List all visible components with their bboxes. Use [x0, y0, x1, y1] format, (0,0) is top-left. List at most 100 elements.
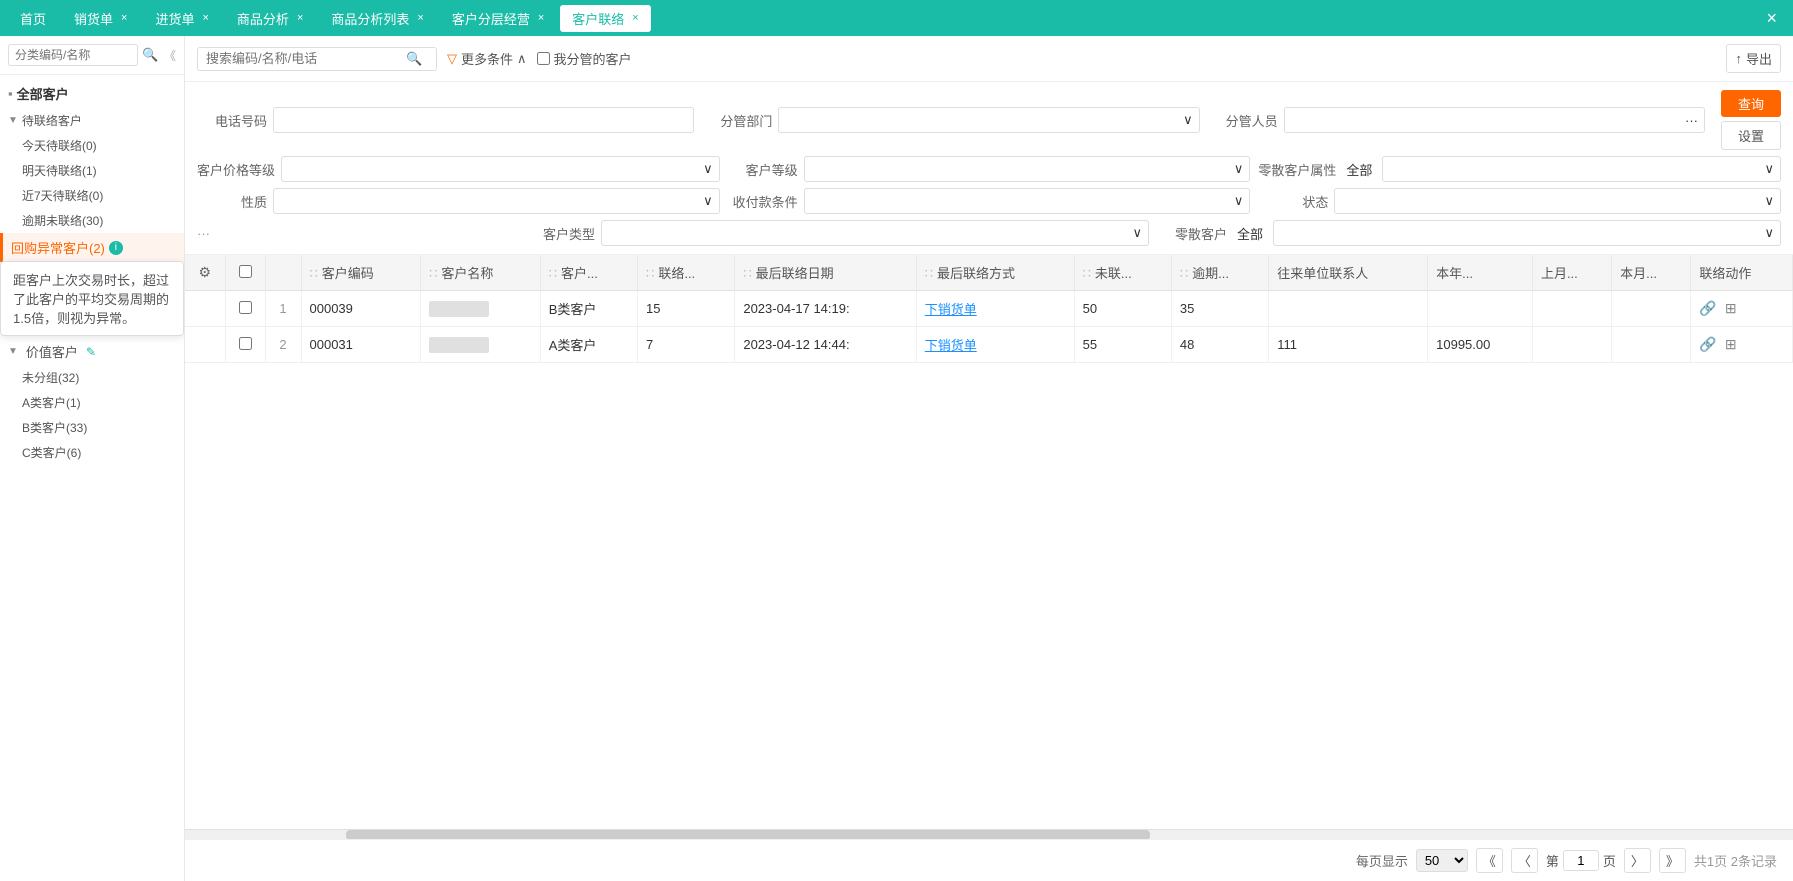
filter-price-grade: 客户价格等级 ∨: [197, 156, 720, 182]
filter-manager-select[interactable]: ···: [1284, 107, 1705, 133]
sidebar-group-value-customers[interactable]: ▼ 价值客户 ✎: [0, 338, 184, 365]
query-button[interactable]: 查询: [1721, 90, 1781, 117]
row1-method-link[interactable]: 下销货单: [925, 302, 977, 317]
sidebar-item-a-class[interactable]: A类客户(1): [0, 390, 184, 415]
edit-value-customers-icon[interactable]: ✎: [86, 345, 96, 359]
sidebar-collapse-btn[interactable]: 《: [164, 47, 176, 64]
search-magnifier-icon[interactable]: 🔍: [406, 51, 422, 67]
nav-product-analysis[interactable]: 商品分析 ×: [225, 5, 315, 32]
nav-product-analysis-list[interactable]: 商品分析列表 ×: [319, 5, 435, 32]
col-type-header[interactable]: ∷客户...: [540, 255, 637, 291]
row1-name[interactable]: [421, 291, 541, 327]
sidebar-item-tomorrow-pending[interactable]: 明天待联络(1): [0, 158, 184, 183]
row1-select-checkbox[interactable]: [239, 301, 252, 314]
info-icon-repurchase[interactable]: i: [109, 241, 123, 255]
sidebar-item-ungrouped[interactable]: 未分组(32): [0, 365, 184, 390]
prev-page-button[interactable]: 〈: [1511, 848, 1538, 873]
horizontal-scrollbar[interactable]: [185, 829, 1793, 839]
sidebar-search-input[interactable]: [8, 44, 138, 66]
sidebar-search-icon[interactable]: 🔍: [142, 47, 158, 63]
nav-close-sales-order[interactable]: ×: [121, 12, 127, 24]
nav-close-product-analysis-list[interactable]: ×: [417, 12, 423, 24]
row1-checkbox[interactable]: [225, 291, 265, 327]
col-last-contact-date-header[interactable]: ∷最后联络日期: [735, 255, 916, 291]
filter-retail-customer-label: 零散客户: [1157, 224, 1227, 243]
per-page-select[interactable]: 50 100 200: [1416, 849, 1468, 872]
col-contact-count-header[interactable]: ∷联络...: [638, 255, 735, 291]
row1-code[interactable]: 000039: [301, 291, 421, 327]
row2-name[interactable]: [421, 327, 541, 363]
filter-payment-select[interactable]: ∨: [804, 188, 1251, 214]
my-customers-checkbox[interactable]: [537, 52, 550, 65]
filter-retail-attr-select[interactable]: ∨: [1382, 156, 1781, 182]
filter-retail-attr-value: 全部: [1346, 160, 1372, 179]
filter-actions: 查询 设置: [1721, 90, 1781, 150]
row1-settings: [185, 291, 225, 327]
col-this-year-header[interactable]: 本年...: [1428, 255, 1533, 291]
nav-close-product-analysis[interactable]: ×: [297, 12, 303, 24]
filter-customer-type-select[interactable]: ∨: [601, 220, 1149, 246]
per-page-label: 每页显示: [1356, 851, 1408, 870]
col-last-contact-method-header[interactable]: ∷最后联络方式: [916, 255, 1074, 291]
nav-sales-order[interactable]: 销货单 ×: [62, 5, 139, 32]
col-this-month-header[interactable]: 本月...: [1612, 255, 1691, 291]
col-settings[interactable]: ⚙: [185, 255, 225, 291]
row1-last-contact-method[interactable]: 下销货单: [916, 291, 1074, 327]
col-name-header[interactable]: ∷客户名称: [421, 255, 541, 291]
row2-link-icon[interactable]: 🔗: [1699, 336, 1716, 353]
filter-dept-select[interactable]: ∨: [778, 107, 1199, 133]
page-number-input[interactable]: [1563, 850, 1599, 871]
sidebar-item-7days-pending[interactable]: 近7天待联络(0): [0, 183, 184, 208]
row2-method-link[interactable]: 下销货单: [925, 338, 977, 353]
top-navigation: 首页 销货单 × 进货单 × 商品分析 × 商品分析列表 × 客户分层经营 × …: [0, 0, 1793, 36]
filter-price-grade-label: 客户价格等级: [197, 160, 275, 179]
sidebar-item-b-class[interactable]: B类客户(33): [0, 415, 184, 440]
row2-select-checkbox[interactable]: [239, 337, 252, 350]
col-company-contacts-header[interactable]: 往来单位联系人: [1269, 255, 1428, 291]
row2-last-month: [1532, 327, 1611, 363]
sidebar-item-today-pending[interactable]: 今天待联络(0): [0, 133, 184, 158]
nav-purchase-order[interactable]: 进货单 ×: [143, 5, 220, 32]
col-last-month-header[interactable]: 上月...: [1532, 255, 1611, 291]
sidebar-item-overdue-contact[interactable]: 逾期未联络(30): [0, 208, 184, 233]
filter-retail-customer-value: 全部: [1237, 224, 1263, 243]
row2-grid-icon[interactable]: ⊞: [1725, 336, 1737, 353]
filter-retail-customer-select[interactable]: ∨: [1273, 220, 1781, 246]
nav-customer-contact[interactable]: 客户联络 ×: [560, 5, 650, 32]
nav-home[interactable]: 首页: [8, 5, 58, 32]
settings-button[interactable]: 设置: [1721, 121, 1781, 150]
export-button[interactable]: ↑ 导出: [1726, 44, 1781, 73]
nav-close-customer-tier[interactable]: ×: [538, 12, 544, 24]
sidebar-item-c-class[interactable]: C类客户(6): [0, 440, 184, 465]
next-page-button[interactable]: 〉: [1624, 848, 1651, 873]
filter-gender-select[interactable]: ∨: [273, 188, 720, 214]
row1-link-icon[interactable]: 🔗: [1699, 300, 1716, 317]
close-all-button[interactable]: ×: [1758, 8, 1785, 29]
sidebar-item-repurchase-abnormal[interactable]: 回购异常客户(2) i: [0, 233, 184, 262]
filter-status-select[interactable]: ∨: [1334, 188, 1781, 214]
sidebar-section-pending-contact[interactable]: ▼ 待联络客户: [0, 108, 184, 133]
col-code-header[interactable]: ∷客户编码: [301, 255, 421, 291]
row1-grid-icon[interactable]: ⊞: [1725, 300, 1737, 317]
row2-overdue: 48: [1171, 327, 1268, 363]
nav-close-purchase-order[interactable]: ×: [202, 12, 208, 24]
row2-last-contact-method[interactable]: 下销货单: [916, 327, 1074, 363]
nav-customer-tier[interactable]: 客户分层经营 ×: [440, 5, 556, 32]
col-overdue-header[interactable]: ∷逾期...: [1171, 255, 1268, 291]
filter-phone-input[interactable]: [273, 107, 694, 133]
last-page-button[interactable]: 》: [1659, 848, 1686, 873]
row2-code[interactable]: 000031: [301, 327, 421, 363]
table-settings-button[interactable]: ⚙: [198, 264, 211, 281]
filter-price-grade-select[interactable]: ∨: [281, 156, 720, 182]
more-conditions-btn[interactable]: ▽ 更多条件 ∧: [447, 49, 527, 68]
row1-uncontacted: 50: [1074, 291, 1171, 327]
row2-checkbox[interactable]: [225, 327, 265, 363]
sidebar-all-customers[interactable]: ▪ 全部客户: [0, 79, 184, 108]
search-input[interactable]: [206, 51, 406, 66]
row2-actions: 🔗 ⊞: [1691, 327, 1793, 363]
filter-customer-grade-select[interactable]: ∨: [804, 156, 1251, 182]
col-uncontacted-header[interactable]: ∷未联...: [1074, 255, 1171, 291]
nav-close-customer-contact[interactable]: ×: [632, 12, 638, 24]
first-page-button[interactable]: 《: [1476, 848, 1503, 873]
select-all-checkbox[interactable]: [239, 265, 252, 278]
